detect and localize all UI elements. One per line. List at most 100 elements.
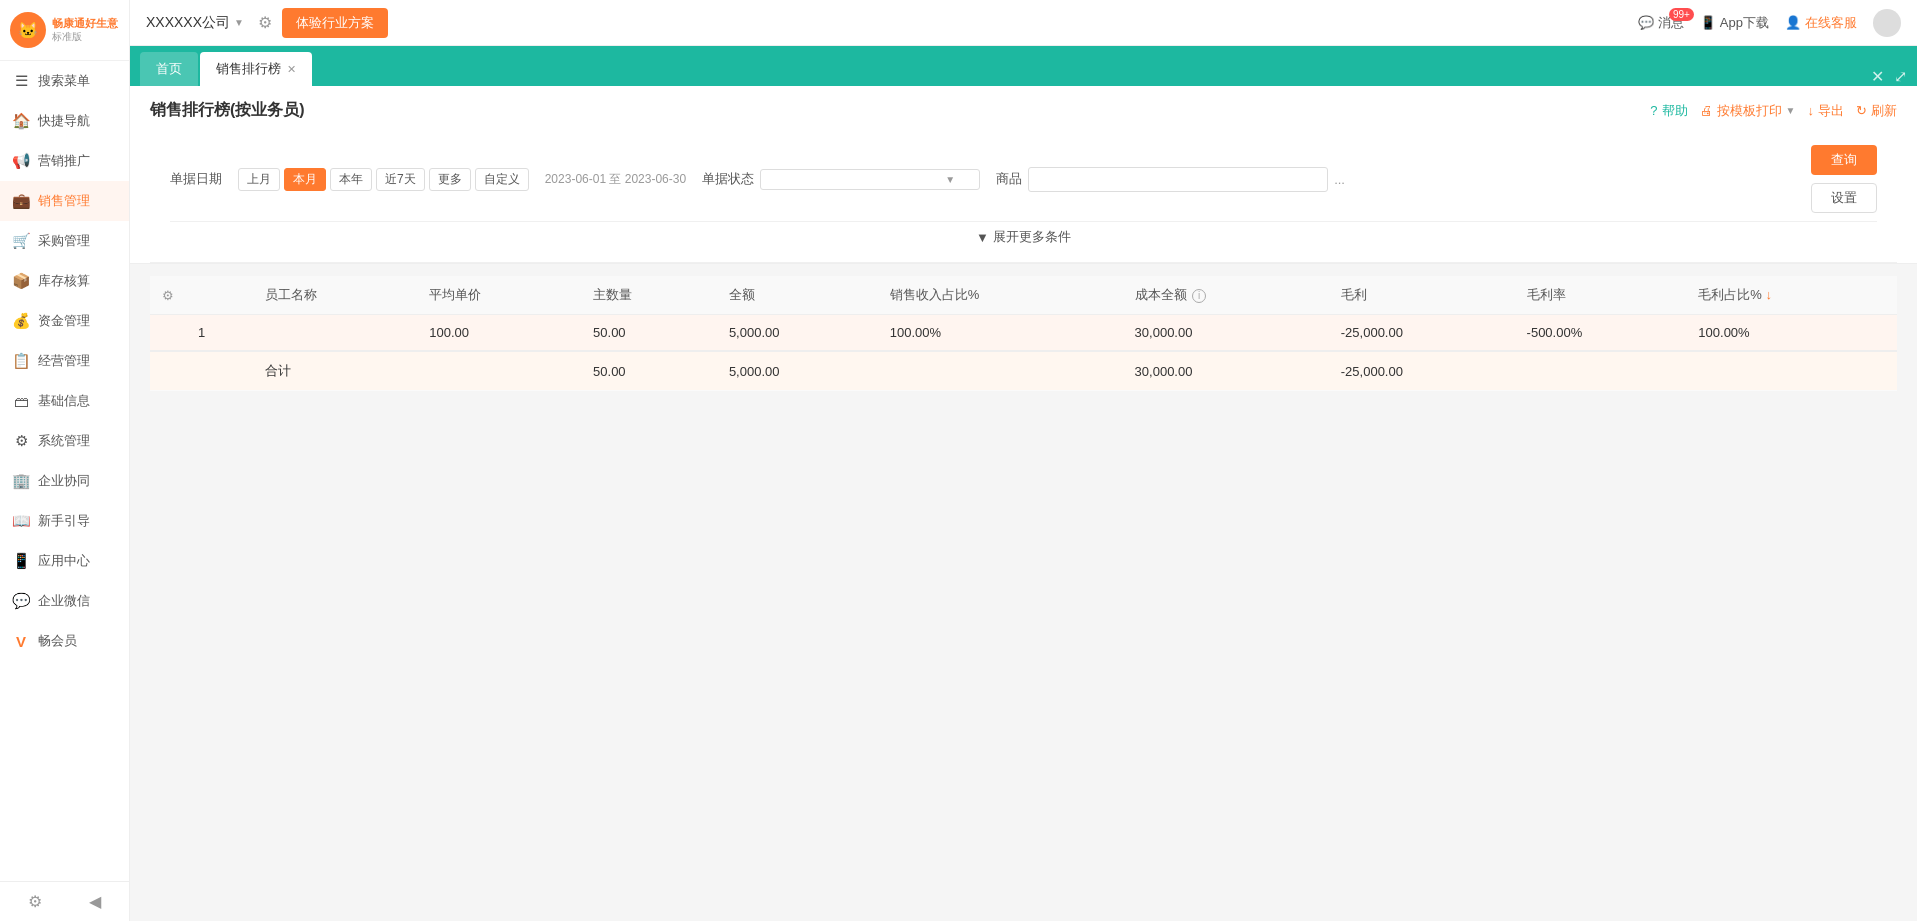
company-selector[interactable]: XXXXXX公司 ▼	[146, 14, 244, 32]
sidebar-item-label: 企业协同	[38, 472, 90, 490]
row-profit-rate-cell: -500.00%	[1515, 315, 1687, 352]
tabbar-expand-icon[interactable]: ⤢	[1894, 67, 1907, 86]
footer-qty-cell: 50.00	[581, 351, 717, 391]
sidebar-item-guide[interactable]: 📖 新手引导	[0, 501, 129, 541]
table-footer: 合计 50.00 5,000.00 30,000.00 -25,000.00	[150, 351, 1897, 391]
sidebar-item-purchase[interactable]: 🛒 采购管理	[0, 221, 129, 261]
guide-icon: 📖	[12, 512, 30, 530]
sidebar-item-sales[interactable]: 💼 销售管理	[0, 181, 129, 221]
app-download-button[interactable]: 📱 App下载	[1700, 14, 1769, 32]
print-dropdown-icon: ▼	[1786, 105, 1796, 116]
expand-filters-button[interactable]: ▼ 展开更多条件	[976, 228, 1071, 246]
date-custom-btn[interactable]: 自定义	[475, 168, 529, 191]
trial-button[interactable]: 体验行业方案	[282, 8, 388, 38]
service-label: 在线客服	[1805, 14, 1857, 32]
row-rank-cell: 1	[186, 315, 253, 352]
page-title: 销售排行榜(按业务员)	[150, 100, 305, 121]
footer-avg-price-cell	[417, 351, 581, 391]
footer-profit-rate-cell	[1515, 351, 1687, 391]
collapse-sidebar-icon[interactable]: ◀	[89, 892, 101, 911]
status-select[interactable]: ▼	[760, 169, 980, 190]
online-service-button[interactable]: 👤 在线客服	[1785, 14, 1857, 32]
cost-info-icon[interactable]: i	[1192, 289, 1206, 303]
sidebar-logo: 🐱 畅康通好生意 标准版	[0, 0, 129, 61]
user-avatar[interactable]	[1873, 9, 1901, 37]
sidebar-item-label: 畅会员	[38, 632, 77, 650]
page-content: 销售排行榜(按业务员) ? 帮助 🖨 按模板打印 ▼ ↓ 导出	[130, 86, 1917, 921]
profit-ratio-sort-icon[interactable]: ↓	[1766, 287, 1773, 302]
sidebar-item-label: 采购管理	[38, 232, 90, 250]
wechat-icon: 💬	[12, 592, 30, 610]
table-row: 1 100.00 50.00 5,000.00 100.00% 30,000.0…	[150, 315, 1897, 352]
help-button[interactable]: ? 帮助	[1650, 102, 1687, 120]
date-more-btn[interactable]: 更多	[429, 168, 471, 191]
service-icon: 👤	[1785, 15, 1801, 30]
row-profit-ratio-cell: 100.00%	[1686, 315, 1897, 352]
company-dropdown-icon: ▼	[234, 17, 244, 28]
finance-icon: 💰	[12, 312, 30, 330]
row-profit-cell: -25,000.00	[1329, 315, 1515, 352]
date-current-year-btn[interactable]: 本年	[330, 168, 372, 191]
topbar: XXXXXX公司 ▼ ⚙ 体验行业方案 💬 消息 99+ 📱 App下载 👤 在…	[130, 0, 1917, 46]
settings-footer-icon[interactable]: ⚙	[28, 892, 42, 911]
message-badge: 99+	[1669, 8, 1694, 21]
sidebar-item-appcenter[interactable]: 📱 应用中心	[0, 541, 129, 581]
sidebar-item-label: 快捷导航	[38, 112, 90, 130]
col-profit-rate: 毛利率	[1515, 276, 1687, 315]
sidebar-item-basicinfo[interactable]: 🗃 基础信息	[0, 381, 129, 421]
goods-input[interactable]	[1028, 167, 1328, 192]
sidebar-item-marketing[interactable]: 📢 营销推广	[0, 141, 129, 181]
logo-title: 畅康通好生意	[52, 16, 118, 30]
table-body: 1 100.00 50.00 5,000.00 100.00% 30,000.0…	[150, 315, 1897, 352]
sidebar-item-operation[interactable]: 📋 经营管理	[0, 341, 129, 381]
footer-sales-ratio-cell	[878, 351, 1123, 391]
print-label: 按模板打印	[1717, 102, 1782, 120]
date-current-month-btn[interactable]: 本月	[284, 168, 326, 191]
sidebar-item-label: 销售管理	[38, 192, 90, 210]
tab-sales-rank[interactable]: 销售排行榜 ✕	[200, 52, 312, 86]
footer-cost-cell: 30,000.00	[1123, 351, 1329, 391]
col-settings[interactable]: ⚙	[150, 276, 186, 315]
sales-icon: 💼	[12, 192, 30, 210]
sidebar-item-inventory[interactable]: 📦 库存核算	[0, 261, 129, 301]
col-rank	[186, 276, 253, 315]
member-icon: V	[12, 633, 30, 650]
expand-down-icon: ▼	[976, 230, 989, 245]
sidebar-footer: ⚙ ◀	[0, 881, 129, 921]
appcenter-icon: 📱	[12, 552, 30, 570]
query-button[interactable]: 查询	[1811, 145, 1877, 175]
settings-button[interactable]: 设置	[1811, 183, 1877, 213]
sidebar-item-finance[interactable]: 💰 资金管理	[0, 301, 129, 341]
message-icon: 💬	[1638, 15, 1654, 30]
sidebar-item-system[interactable]: ⚙ 系统管理	[0, 421, 129, 461]
table-header: ⚙ 员工名称 平均单价 主数量 全额 销售收入占比% 成本全额 i 毛利 毛利率	[150, 276, 1897, 315]
date-7days-btn[interactable]: 近7天	[376, 168, 425, 191]
sidebar-item-enterprise[interactable]: 🏢 企业协同	[0, 461, 129, 501]
date-prev-month-btn[interactable]: 上月	[238, 168, 280, 191]
message-button[interactable]: 💬 消息 99+	[1638, 14, 1684, 32]
row-settings-cell	[150, 315, 186, 352]
tabbar-close-icon[interactable]: ✕	[1871, 67, 1884, 86]
date-buttons: 上月 本月 本年 近7天 更多 自定义	[238, 168, 529, 191]
print-button[interactable]: 🖨 按模板打印 ▼	[1700, 102, 1796, 120]
refresh-icon: ↻	[1856, 103, 1867, 118]
refresh-button[interactable]: ↻ 刷新	[1856, 102, 1897, 120]
row-name-cell	[253, 315, 417, 352]
sidebar-item-member[interactable]: V 畅会员	[0, 621, 129, 661]
refresh-label: 刷新	[1871, 102, 1897, 120]
export-button[interactable]: ↓ 导出	[1808, 102, 1845, 120]
tab-home[interactable]: 首页	[140, 52, 198, 86]
sidebar-item-quicknav[interactable]: 🏠 快捷导航	[0, 101, 129, 141]
filter-row-1: 单据日期 上月 本月 本年 近7天 更多 自定义 2023-06-01 至 20…	[170, 145, 1877, 213]
row-sales-ratio-cell: 100.00%	[878, 315, 1123, 352]
goods-label: 商品	[996, 170, 1022, 188]
tab-close-icon[interactable]: ✕	[287, 63, 296, 76]
company-name: XXXXXX公司	[146, 14, 230, 32]
sidebar-item-wechat[interactable]: 💬 企业微信	[0, 581, 129, 621]
footer-label-cell: 合计	[253, 351, 417, 391]
data-table: ⚙ 员工名称 平均单价 主数量 全额 销售收入占比% 成本全额 i 毛利 毛利率	[150, 276, 1897, 391]
help-label: 帮助	[1662, 102, 1688, 120]
tab-sales-rank-label: 销售排行榜	[216, 60, 281, 78]
sidebar-item-search[interactable]: ☰ 搜索菜单	[0, 61, 129, 101]
topbar-gear-icon[interactable]: ⚙	[258, 13, 272, 32]
